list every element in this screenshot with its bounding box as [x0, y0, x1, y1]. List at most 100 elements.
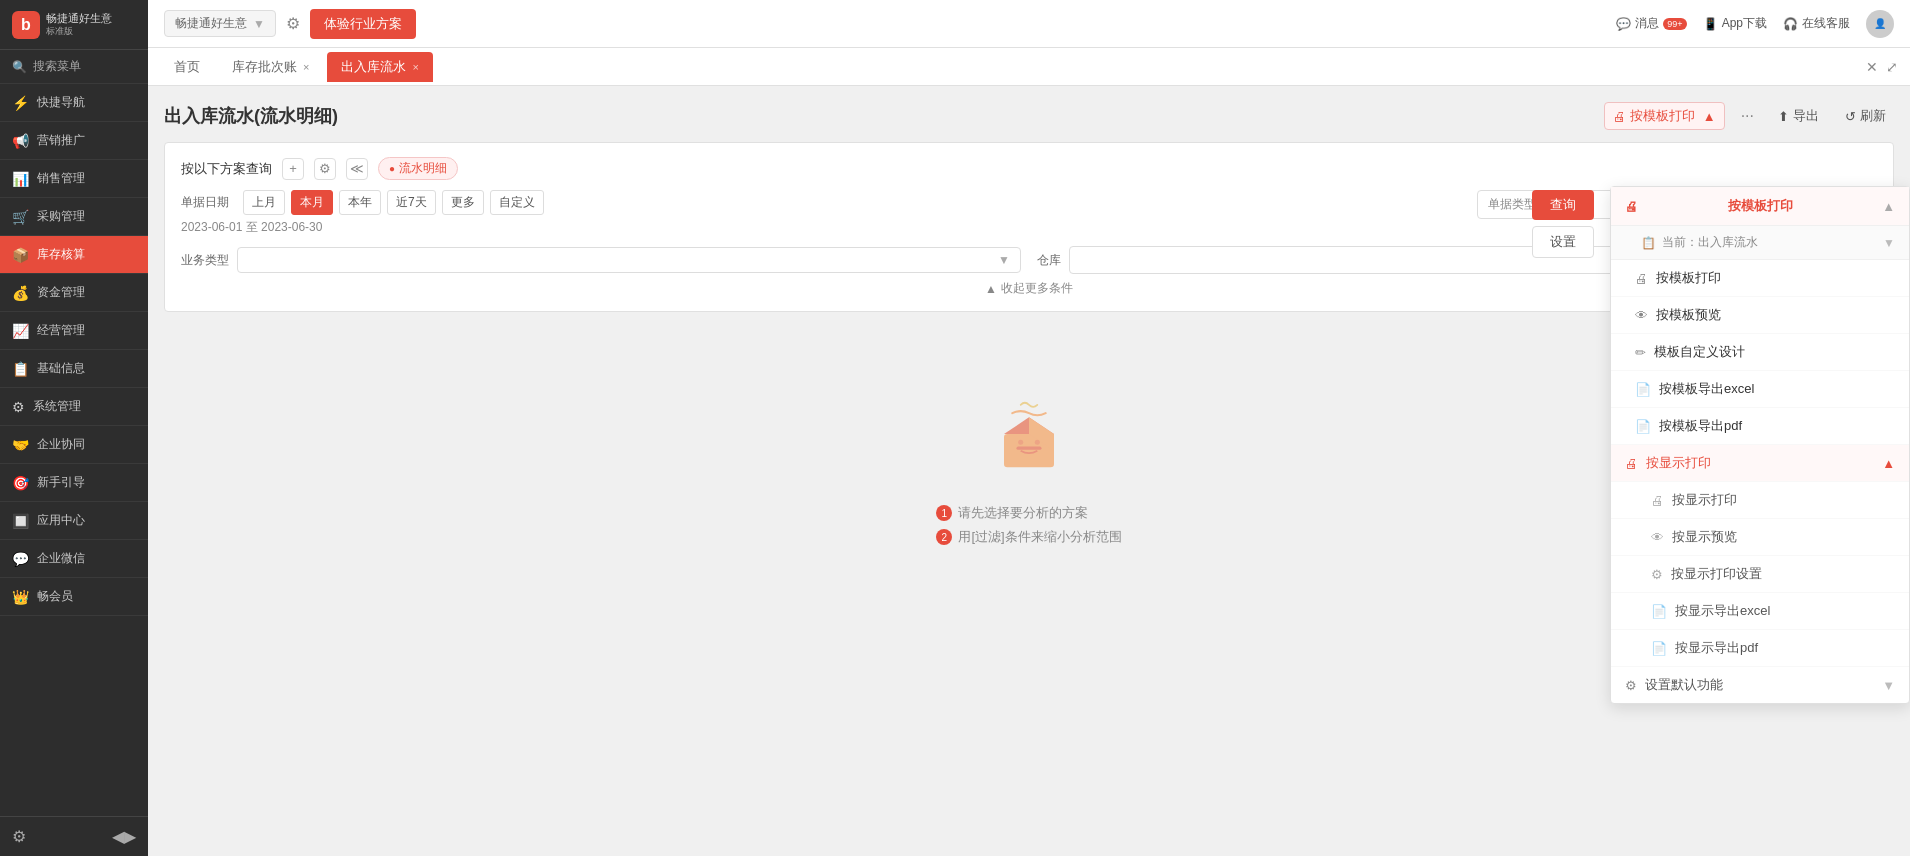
tab-label-home: 首页 — [174, 58, 200, 76]
filter-biz-type-select[interactable]: ▼ — [237, 247, 1021, 273]
dropdown-header: 🖨 按模板打印 ▲ — [1611, 187, 1909, 226]
date-btn-本月[interactable]: 本月 — [291, 190, 333, 215]
sidebar-menu: ⚡ 快捷导航 📢 营销推广 📊 销售管理 🛒 采购管理 📦 库存核算 💰 资金管… — [0, 84, 148, 816]
collapse-label: 收起更多条件 — [1001, 280, 1073, 297]
sidebar-item-member[interactable]: 👑 畅会员 — [0, 578, 148, 616]
industry-btn[interactable]: 体验行业方案 — [310, 9, 416, 39]
sidebar-item-quick-nav[interactable]: ⚡ 快捷导航 — [0, 84, 148, 122]
filter-biz-type-group: 业务类型 ▼ — [181, 247, 1021, 273]
filter-add-btn[interactable]: + — [282, 158, 304, 180]
date-btn-上月[interactable]: 上月 — [243, 190, 285, 215]
sidebar-label-member: 畅会员 — [37, 588, 73, 605]
sidebar-label-cooperation: 企业协同 — [37, 436, 85, 453]
app-download-btn[interactable]: 📱 App下载 — [1703, 15, 1767, 32]
dropdown-item-template-print[interactable]: 🖨 按模板打印 — [1611, 260, 1909, 297]
print-btn[interactable]: 🖨 按模板打印 ▲ — [1604, 102, 1725, 130]
dropdown-sub-item-display-print[interactable]: 🖨 按显示打印 — [1611, 482, 1909, 519]
date-btn-更多[interactable]: 更多 — [442, 190, 484, 215]
topbar-gear-icon[interactable]: ⚙ — [286, 14, 300, 33]
dropdown-sub-item-display-export-pdf[interactable]: 📄 按显示导出pdf — [1611, 630, 1909, 667]
filter-date-range: 2023-06-01 至 2023-06-30 — [181, 219, 1461, 236]
action-buttons: 查询 设置 — [1532, 190, 1594, 258]
svg-point-4 — [1018, 440, 1023, 445]
main-area: 畅捷通好生意 ▼ ⚙ 体验行业方案 💬 消息 99+ 📱 App下载 🎧 在线客… — [148, 0, 1910, 856]
dropdown-collapse-btn[interactable]: ▲ — [1882, 199, 1895, 214]
tab-close-batch-account[interactable]: × — [303, 61, 309, 73]
sidebar-item-system[interactable]: ⚙ 系统管理 — [0, 388, 148, 426]
footer-arrow: ▼ — [1882, 678, 1895, 693]
dropdown-item-template-custom[interactable]: ✏ 模板自定义设计 — [1611, 334, 1909, 371]
dropdown-sub-item-display-export-excel[interactable]: 📄 按显示导出excel — [1611, 593, 1909, 630]
sidebar-search[interactable]: 🔍 搜索菜单 — [0, 50, 148, 84]
export-btn[interactable]: ⬆ 导出 — [1770, 103, 1827, 129]
dropdown-display-section[interactable]: 🖨 按显示打印 ▲ — [1611, 445, 1909, 482]
sub-item-icon-display-export-excel: 📄 — [1651, 604, 1667, 619]
tab-close-all-icon[interactable]: ✕ — [1866, 59, 1878, 75]
tab-batch-account[interactable]: 库存批次账× — [218, 52, 323, 82]
tab-close-in-out-flow[interactable]: × — [412, 61, 418, 73]
settings-bottom-icon[interactable]: ⚙ — [12, 827, 26, 846]
sidebar-icon-guide: 🎯 — [12, 475, 29, 491]
dropdown-item-template-preview[interactable]: 👁 按模板预览 — [1611, 297, 1909, 334]
more-icon[interactable]: ··· — [1735, 107, 1760, 125]
dropdown-sub-item-display-preview[interactable]: 👁 按显示预览 — [1611, 519, 1909, 556]
dropdown-footer[interactable]: ⚙ 设置默认功能 ▼ — [1611, 667, 1909, 703]
topbar: 畅捷通好生意 ▼ ⚙ 体验行业方案 💬 消息 99+ 📱 App下载 🎧 在线客… — [148, 0, 1910, 48]
date-btn-近7天[interactable]: 近7天 — [387, 190, 436, 215]
sidebar-item-inventory[interactable]: 📦 库存核算 — [0, 236, 148, 274]
filter-collapse-link[interactable]: ▲ 收起更多条件 — [985, 280, 1073, 297]
topbar-selector[interactable]: 畅捷通好生意 ▼ — [164, 10, 276, 37]
sidebar-item-enterprise-wechat[interactable]: 💬 企业微信 — [0, 540, 148, 578]
sidebar-icon-finance: 💰 — [12, 285, 29, 301]
fold-icon[interactable]: ◀▶ — [112, 827, 136, 846]
dropdown-item-template-export-pdf[interactable]: 📄 按模板导出pdf — [1611, 408, 1909, 445]
sidebar-item-operations[interactable]: 📈 经营管理 — [0, 312, 148, 350]
sidebar-item-purchase[interactable]: 🛒 采购管理 — [0, 198, 148, 236]
sidebar-icon-basics: 📋 — [12, 361, 29, 377]
sidebar-icon-cooperation: 🤝 — [12, 437, 29, 453]
sidebar-label-inventory: 库存核算 — [37, 246, 85, 263]
filter-tag-icon: ● — [389, 163, 395, 174]
filter-collapse-btn[interactable]: ≪ — [346, 158, 368, 180]
item-icon-template-print: 🖨 — [1635, 271, 1648, 286]
filter-label: 按以下方案查询 — [181, 160, 272, 178]
sidebar-logo: b 畅捷通好生意 标准版 — [0, 0, 148, 50]
date-btn-本年[interactable]: 本年 — [339, 190, 381, 215]
current-arrow: ▼ — [1883, 236, 1895, 250]
message-btn[interactable]: 💬 消息 99+ — [1616, 15, 1686, 32]
message-badge: 99+ — [1663, 18, 1686, 30]
dropdown-sub-item-display-print-settings[interactable]: ⚙ 按显示打印设置 — [1611, 556, 1909, 593]
tab-home[interactable]: 首页 — [160, 52, 214, 82]
online-service-btn[interactable]: 🎧 在线客服 — [1783, 15, 1850, 32]
sidebar-item-marketing[interactable]: 📢 营销推广 — [0, 122, 148, 160]
sidebar-item-app-center[interactable]: 🔲 应用中心 — [0, 502, 148, 540]
sidebar-item-guide[interactable]: 🎯 新手引导 — [0, 464, 148, 502]
query-btn[interactable]: 查询 — [1532, 190, 1594, 220]
item-label-template-custom: 模板自定义设计 — [1654, 343, 1745, 361]
date-btn-自定义[interactable]: 自定义 — [490, 190, 544, 215]
sidebar-item-cooperation[interactable]: 🤝 企业协同 — [0, 426, 148, 464]
display-section-label: 按显示打印 — [1646, 454, 1711, 472]
print-label: 按模板打印 — [1630, 107, 1695, 125]
sidebar-icon-app-center: 🔲 — [12, 513, 29, 529]
refresh-btn[interactable]: ↺ 刷新 — [1837, 103, 1894, 129]
message-label: 消息 — [1635, 15, 1659, 32]
svg-rect-3 — [1017, 447, 1042, 450]
tab-in-out-flow[interactable]: 出入库流水× — [327, 52, 432, 82]
dropdown-item-template-export-excel[interactable]: 📄 按模板导出excel — [1611, 371, 1909, 408]
sidebar-item-finance[interactable]: 💰 资金管理 — [0, 274, 148, 312]
sub-item-label-display-preview: 按显示预览 — [1672, 528, 1737, 546]
tabs-bar-right: ✕ ⤢ — [1866, 59, 1898, 75]
filter-settings-btn[interactable]: ⚙ — [314, 158, 336, 180]
topbar-right: 💬 消息 99+ 📱 App下载 🎧 在线客服 👤 — [1616, 10, 1894, 38]
sidebar-icon-member: 👑 — [12, 589, 29, 605]
sidebar-item-basics[interactable]: 📋 基础信息 — [0, 350, 148, 388]
sidebar-item-sales[interactable]: 📊 销售管理 — [0, 160, 148, 198]
empty-icon — [979, 384, 1079, 484]
tab-maximize-icon[interactable]: ⤢ — [1886, 59, 1898, 75]
settings-btn[interactable]: 设置 — [1532, 226, 1594, 258]
user-avatar[interactable]: 👤 — [1866, 10, 1894, 38]
filter-date-buttons: 单据日期上月本月本年近7天更多自定义 — [181, 190, 1461, 215]
sidebar-icon-system: ⚙ — [12, 399, 25, 415]
dropdown-display-items: 🖨 按显示打印 👁 按显示预览 ⚙ 按显示打印设置 📄 按显示导出excel 📄… — [1611, 482, 1909, 667]
